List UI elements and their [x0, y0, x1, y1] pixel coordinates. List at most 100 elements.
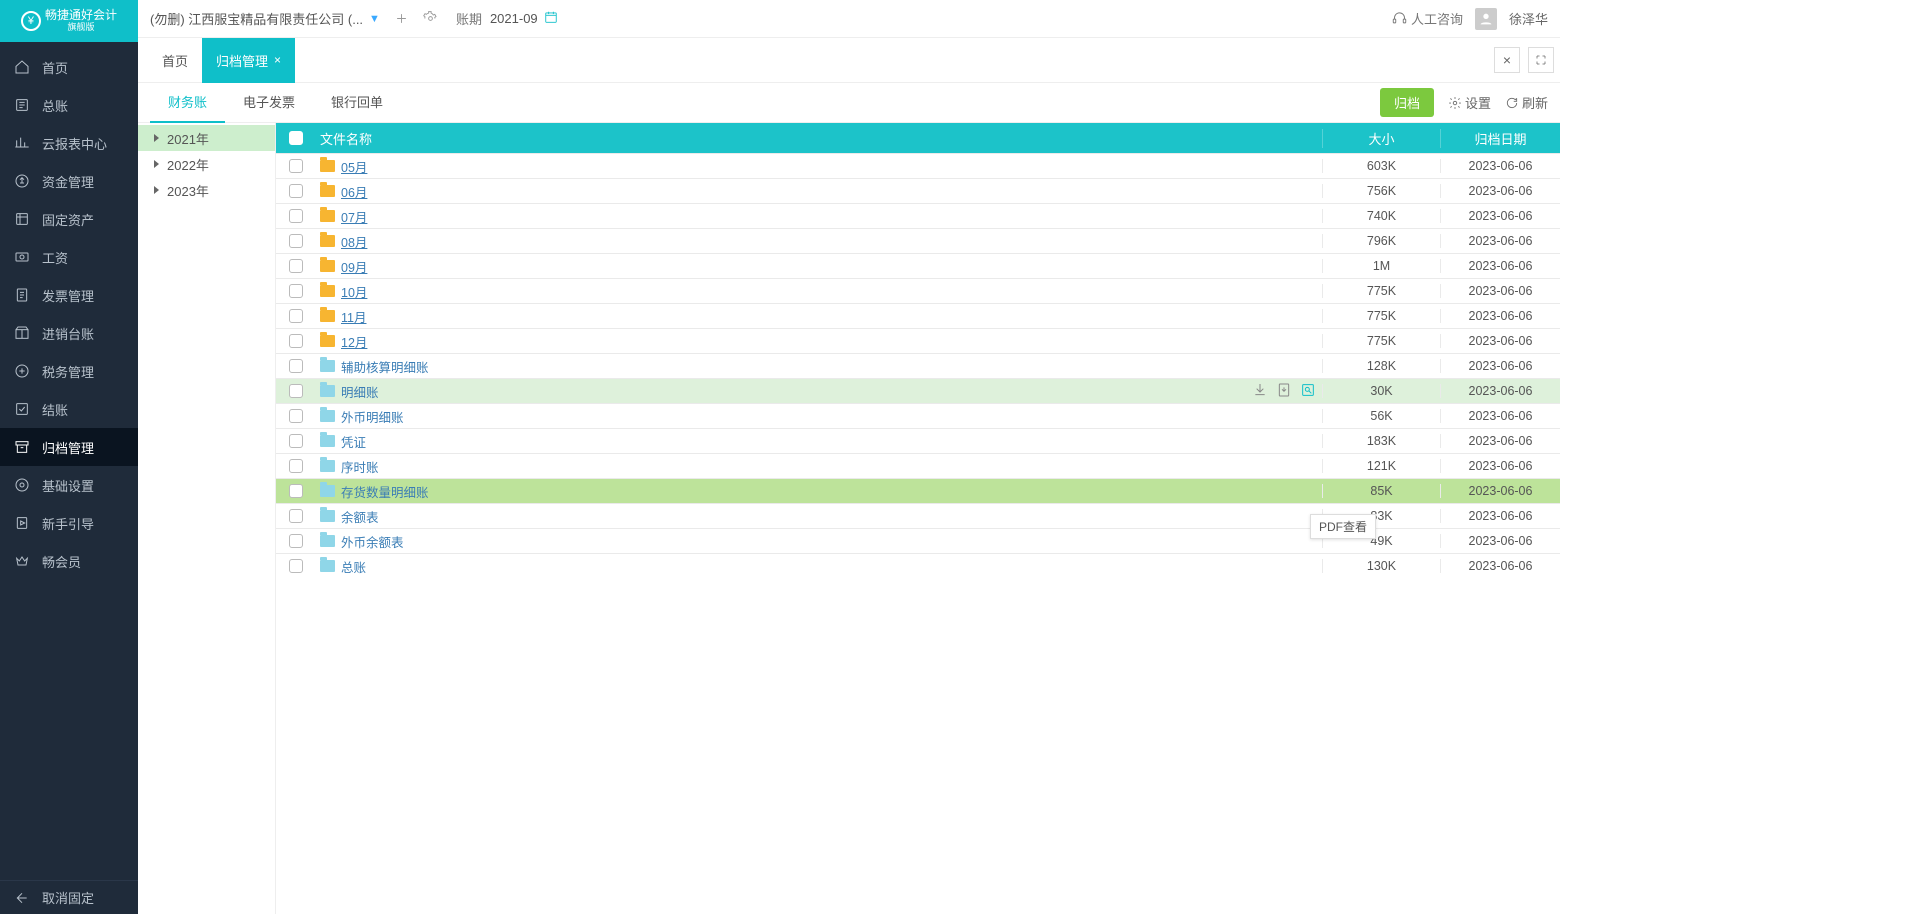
row-checkbox[interactable]: [289, 334, 303, 348]
file-name-link[interactable]: 06月: [341, 182, 367, 201]
table-row[interactable]: 10月775K2023-06-06: [276, 278, 1560, 303]
file-name-link[interactable]: 明细账: [341, 382, 379, 401]
row-checkbox[interactable]: [289, 559, 303, 573]
nav-item-home[interactable]: 首页: [0, 48, 138, 86]
row-checkbox[interactable]: [289, 484, 303, 498]
table-row[interactable]: 存货数量明细账85K2023-06-06: [276, 478, 1560, 503]
settings-button[interactable]: 设置: [1448, 93, 1491, 112]
file-name-link[interactable]: 11月: [341, 307, 366, 326]
close-all-button[interactable]: ×: [1494, 47, 1520, 73]
file-name-link[interactable]: 凭证: [341, 432, 366, 451]
folder-icon: [320, 235, 335, 247]
select-all-checkbox[interactable]: [289, 131, 303, 145]
user-name[interactable]: 徐泽华: [1509, 9, 1548, 28]
folder-icon: [320, 260, 335, 272]
nav-item-fund[interactable]: 资金管理: [0, 162, 138, 200]
subtab-bank[interactable]: 银行回单: [313, 83, 401, 123]
file-size: 775K: [1322, 334, 1440, 348]
add-company-button[interactable]: [394, 11, 409, 26]
nav-item-ledger[interactable]: 总账: [0, 86, 138, 124]
row-checkbox[interactable]: [289, 409, 303, 423]
file-name-link[interactable]: 07月: [341, 207, 367, 226]
calendar-icon[interactable]: [544, 10, 558, 27]
row-checkbox[interactable]: [289, 309, 303, 323]
row-checkbox[interactable]: [289, 284, 303, 298]
tab-archive[interactable]: 归档管理 ×: [202, 38, 295, 83]
support-button[interactable]: 人工咨询: [1392, 9, 1463, 28]
row-checkbox[interactable]: [289, 234, 303, 248]
nav-item-report[interactable]: 云报表中心: [0, 124, 138, 162]
file-name-link[interactable]: 05月: [341, 157, 367, 176]
file-name-link[interactable]: 外币余额表: [341, 532, 404, 551]
pdf-view-icon[interactable]: [1300, 382, 1316, 401]
table-row[interactable]: 09月1M2023-06-06: [276, 253, 1560, 278]
table-row[interactable]: 明细账30K2023-06-06: [276, 378, 1560, 403]
subtab-finance[interactable]: 财务账: [150, 83, 225, 123]
avatar[interactable]: [1475, 8, 1497, 30]
row-checkbox[interactable]: [289, 534, 303, 548]
download-icon[interactable]: [1252, 382, 1268, 401]
row-checkbox[interactable]: [289, 384, 303, 398]
file-name-link[interactable]: 10月: [341, 282, 367, 301]
table-row[interactable]: 11月775K2023-06-06: [276, 303, 1560, 328]
nav-label: 税务管理: [42, 362, 94, 381]
tab-home[interactable]: 首页: [148, 38, 202, 83]
tree-item-2022[interactable]: 2022年: [138, 151, 275, 177]
export-icon[interactable]: [1276, 382, 1292, 401]
file-name-link[interactable]: 08月: [341, 232, 367, 251]
table-row[interactable]: 外币明细账56K2023-06-06: [276, 403, 1560, 428]
folder-icon: [320, 310, 335, 322]
close-icon[interactable]: ×: [274, 53, 281, 67]
row-checkbox[interactable]: [289, 184, 303, 198]
nav-item-invoice[interactable]: 发票管理: [0, 276, 138, 314]
table-row[interactable]: 辅助核算明细账128K2023-06-06: [276, 353, 1560, 378]
fullscreen-button[interactable]: [1528, 47, 1554, 73]
nav-item-archive[interactable]: 归档管理: [0, 428, 138, 466]
table-row[interactable]: 序时账121K2023-06-06: [276, 453, 1560, 478]
nav-item-tax[interactable]: 税务管理: [0, 352, 138, 390]
file-name-link[interactable]: 存货数量明细账: [341, 482, 429, 501]
nav-item-close[interactable]: 结账: [0, 390, 138, 428]
nav-item-salary[interactable]: 工资: [0, 238, 138, 276]
fund-icon: [14, 173, 30, 189]
nav-item-jxc[interactable]: 进销台账: [0, 314, 138, 352]
file-name-link[interactable]: 辅助核算明细账: [341, 357, 429, 376]
nav-item-guide[interactable]: 新手引导: [0, 504, 138, 542]
refresh-button[interactable]: 刷新: [1505, 93, 1548, 112]
file-name-link[interactable]: 余额表: [341, 507, 379, 526]
archive-button[interactable]: 归档: [1380, 88, 1434, 117]
row-checkbox[interactable]: [289, 359, 303, 373]
tree-item-2023[interactable]: 2023年: [138, 177, 275, 203]
file-name-link[interactable]: 总账: [341, 557, 366, 576]
table-row[interactable]: 06月756K2023-06-06: [276, 178, 1560, 203]
nav-item-vip[interactable]: 畅会员: [0, 542, 138, 580]
company-selector[interactable]: (勿删) 江西服宝精品有限责任公司 (... ▼: [150, 9, 380, 28]
pin-toggle[interactable]: 取消固定: [0, 880, 138, 914]
archive-date: 2023-06-06: [1440, 159, 1560, 173]
folder-icon: [320, 160, 335, 172]
row-checkbox[interactable]: [289, 434, 303, 448]
row-checkbox[interactable]: [289, 509, 303, 523]
period-value[interactable]: 2021-09: [490, 11, 538, 26]
tree-item-2021[interactable]: 2021年: [138, 125, 275, 151]
table-row[interactable]: 凭证183K2023-06-06: [276, 428, 1560, 453]
tax-icon: [14, 363, 30, 379]
file-name-link[interactable]: 09月: [341, 257, 367, 276]
row-checkbox[interactable]: [289, 209, 303, 223]
row-checkbox[interactable]: [289, 259, 303, 273]
table-row[interactable]: 总账130K2023-06-06: [276, 553, 1560, 578]
company-settings-button[interactable]: [423, 11, 438, 26]
row-checkbox[interactable]: [289, 459, 303, 473]
file-name-link[interactable]: 12月: [341, 332, 367, 351]
table-row[interactable]: 07月740K2023-06-06: [276, 203, 1560, 228]
nav-item-asset[interactable]: 固定资产: [0, 200, 138, 238]
nav-item-setting[interactable]: 基础设置: [0, 466, 138, 504]
table-row[interactable]: 12月775K2023-06-06: [276, 328, 1560, 353]
subtab-einvoice[interactable]: 电子发票: [225, 83, 313, 123]
table-row[interactable]: 08月796K2023-06-06: [276, 228, 1560, 253]
file-name-link[interactable]: 外币明细账: [341, 407, 404, 426]
file-table: 文件名称 大小 归档日期 05月603K2023-06-0606月756K202…: [276, 123, 1560, 914]
table-row[interactable]: 05月603K2023-06-06: [276, 153, 1560, 178]
row-checkbox[interactable]: [289, 159, 303, 173]
file-name-link[interactable]: 序时账: [341, 457, 379, 476]
